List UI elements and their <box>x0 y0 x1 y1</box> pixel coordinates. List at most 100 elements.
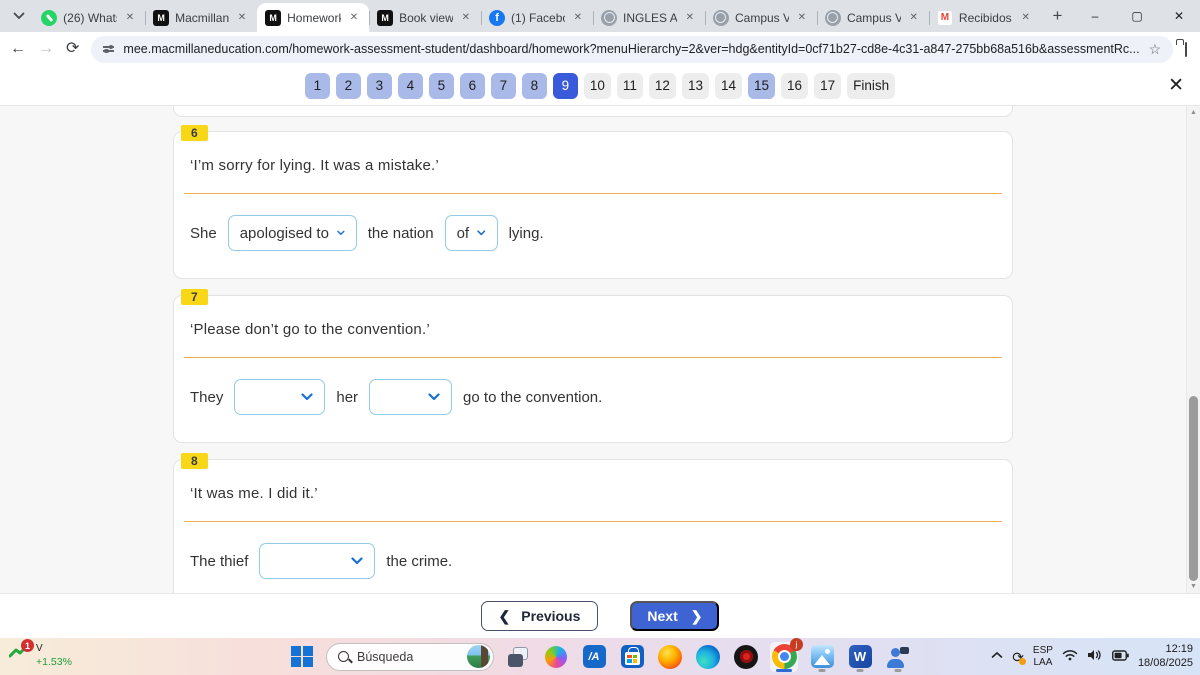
sync-status-icon[interactable]: ⟳ <box>1012 650 1026 665</box>
copilot-button[interactable] <box>542 642 570 672</box>
url-text[interactable]: mee.macmillaneducation.com/homework-asse… <box>123 42 1139 56</box>
word-button[interactable]: W <box>846 642 874 672</box>
page-button-4[interactable]: 4 <box>397 72 423 99</box>
page-button-finish[interactable]: Finish <box>847 72 896 99</box>
page-button-9[interactable]: 9 <box>552 72 578 99</box>
volume-icon[interactable] <box>1087 648 1103 666</box>
browser-tab[interactable]: (26) WhatsAp ✕ <box>33 3 145 32</box>
page-button-16[interactable]: 16 <box>781 72 809 99</box>
whatsapp-favicon-icon <box>41 9 58 26</box>
tab-close-icon[interactable]: ✕ <box>907 11 921 24</box>
browser-tab[interactable]: INGLES AVAN ✕ <box>593 3 705 32</box>
scrollbar-thumb[interactable] <box>1189 396 1198 581</box>
reload-icon[interactable]: ⟳ <box>66 41 79 57</box>
tab-close-icon[interactable]: ✕ <box>459 11 473 24</box>
scroll-down-arrow-icon[interactable]: ▼ <box>1187 583 1200 590</box>
browser-tab[interactable]: Campus Virtu ✕ <box>704 3 817 32</box>
search-icon <box>338 651 349 662</box>
page-button-3[interactable]: 3 <box>366 72 392 99</box>
browser-tab[interactable]: f (1) Facebook ✕ <box>481 3 593 32</box>
macmillan-favicon-icon: M <box>153 9 170 26</box>
next-button[interactable]: Next ❯ <box>630 601 720 631</box>
page-button-12[interactable]: 12 <box>648 72 676 99</box>
answer-sentence: She apologised to the nation of lying. <box>174 194 1012 278</box>
battery-icon[interactable] <box>1111 648 1129 666</box>
browser-tab[interactable]: Campus Virtu ✕ <box>816 3 929 32</box>
media-app-button[interactable] <box>732 642 760 672</box>
browser-tab[interactable]: M Macmillan Ed ✕ <box>145 3 257 32</box>
widget-notification-badge: 1 <box>21 639 34 652</box>
answer-dropdown-1[interactable]: apologised to <box>227 215 357 251</box>
new-tab-button[interactable]: + <box>1045 3 1070 29</box>
maximize-button[interactable]: ▢ <box>1116 0 1158 32</box>
answer-dropdown-1[interactable] <box>259 543 376 579</box>
forward-icon[interactable]: → <box>38 41 54 57</box>
page-button-17[interactable]: 17 <box>814 72 842 99</box>
page-button-15[interactable]: 15 <box>748 72 776 99</box>
stocks-widget[interactable]: 1 V +1.53% <box>9 639 72 669</box>
tab-close-icon[interactable]: ✕ <box>347 11 361 24</box>
question-prompt: ‘Please don’t go to the convention.’ <box>190 321 430 338</box>
task-view-icon <box>507 646 529 667</box>
page-button-5[interactable]: 5 <box>428 72 454 99</box>
back-icon[interactable]: ← <box>10 41 26 57</box>
answer-sentence: The thief the crime. <box>174 522 1012 593</box>
tab-close-icon[interactable]: ✕ <box>235 11 249 24</box>
browser-tab[interactable]: M Homework ✕ <box>257 3 370 32</box>
close-window-button[interactable]: ✕ <box>1158 0 1200 32</box>
sentence-text: They <box>190 388 224 406</box>
page-button-13[interactable]: 13 <box>681 72 709 99</box>
contacts-button[interactable] <box>884 642 912 672</box>
start-button[interactable] <box>288 642 316 672</box>
address-bar[interactable]: mee.macmillaneducation.com/homework-asse… <box>91 35 1174 63</box>
tray-chevron-up-icon[interactable] <box>991 651 1003 662</box>
question-pagination-bar: 1 2 3 4 5 6 7 8 9 10 11 12 13 14 15 16 17 Finish ✕ <box>0 66 1200 106</box>
site-settings-icon[interactable] <box>103 45 115 53</box>
page-button-6[interactable]: 6 <box>459 72 485 99</box>
page-button-11[interactable]: 11 <box>616 72 643 99</box>
taskbar-search[interactable]: Búsqueda <box>326 642 494 671</box>
question-prompt: ‘I’m sorry for lying. It was a mistake.’ <box>190 157 439 174</box>
page-button-7[interactable]: 7 <box>490 72 516 99</box>
minimize-button[interactable]: – <box>1074 0 1116 32</box>
taskbar-clock[interactable]: 12:19 18/08/2025 <box>1138 643 1193 671</box>
chrome-button[interactable]: j <box>770 637 803 672</box>
tab-search-chevron-icon[interactable] <box>6 3 31 29</box>
scrollbar[interactable]: ▲ ▼ <box>1186 106 1200 593</box>
scroll-up-arrow-icon[interactable]: ▲ <box>1187 109 1200 116</box>
page-button-2[interactable]: 2 <box>335 72 361 99</box>
search-label: Búsqueda <box>357 649 414 664</box>
close-assessment-icon[interactable]: ✕ <box>1168 76 1184 95</box>
previous-button[interactable]: ❮ Previous <box>480 601 599 631</box>
firefox-button[interactable] <box>656 642 684 672</box>
page-button-10[interactable]: 10 <box>583 72 611 99</box>
answer-dropdown-1[interactable] <box>234 379 326 415</box>
photos-button[interactable] <box>808 642 836 672</box>
edge-button[interactable] <box>694 642 722 672</box>
browser-tab[interactable]: M Book view ✕ <box>369 3 481 32</box>
language-line2: LAA <box>1033 656 1053 668</box>
extensions-icon[interactable] <box>1176 38 1188 57</box>
sentence-text: go to the convention. <box>463 388 603 406</box>
tab-title: Recibidos (4 <box>958 10 1013 25</box>
tab-close-icon[interactable]: ✕ <box>571 11 585 24</box>
blue-a-app-button[interactable]: /A <box>580 642 608 672</box>
microsoft-store-button[interactable] <box>618 642 646 672</box>
page-button-14[interactable]: 14 <box>714 72 743 99</box>
answer-dropdown-2[interactable] <box>369 379 453 415</box>
browser-tab[interactable]: M Recibidos (4 ✕ <box>928 3 1041 32</box>
language-indicator[interactable]: ESP LAA <box>1033 645 1053 668</box>
answer-dropdown-2[interactable]: of <box>444 215 498 251</box>
bookmark-star-icon[interactable]: ☆ <box>1149 41 1162 58</box>
tab-close-icon[interactable]: ✕ <box>123 11 137 24</box>
tab-close-icon[interactable]: ✕ <box>1019 11 1033 24</box>
dropdown-value: of <box>456 224 470 242</box>
tab-close-icon[interactable]: ✕ <box>795 11 809 24</box>
page-button-1[interactable]: 1 <box>304 72 330 99</box>
task-view-button[interactable] <box>504 642 532 672</box>
page-button-8[interactable]: 8 <box>521 72 547 99</box>
wifi-icon[interactable] <box>1062 648 1078 666</box>
search-daily-image[interactable] <box>467 645 490 668</box>
tab-close-icon[interactable]: ✕ <box>683 11 697 24</box>
scroll-area: 6 ‘I’m sorry for lying. It was a mistake… <box>0 106 1186 593</box>
